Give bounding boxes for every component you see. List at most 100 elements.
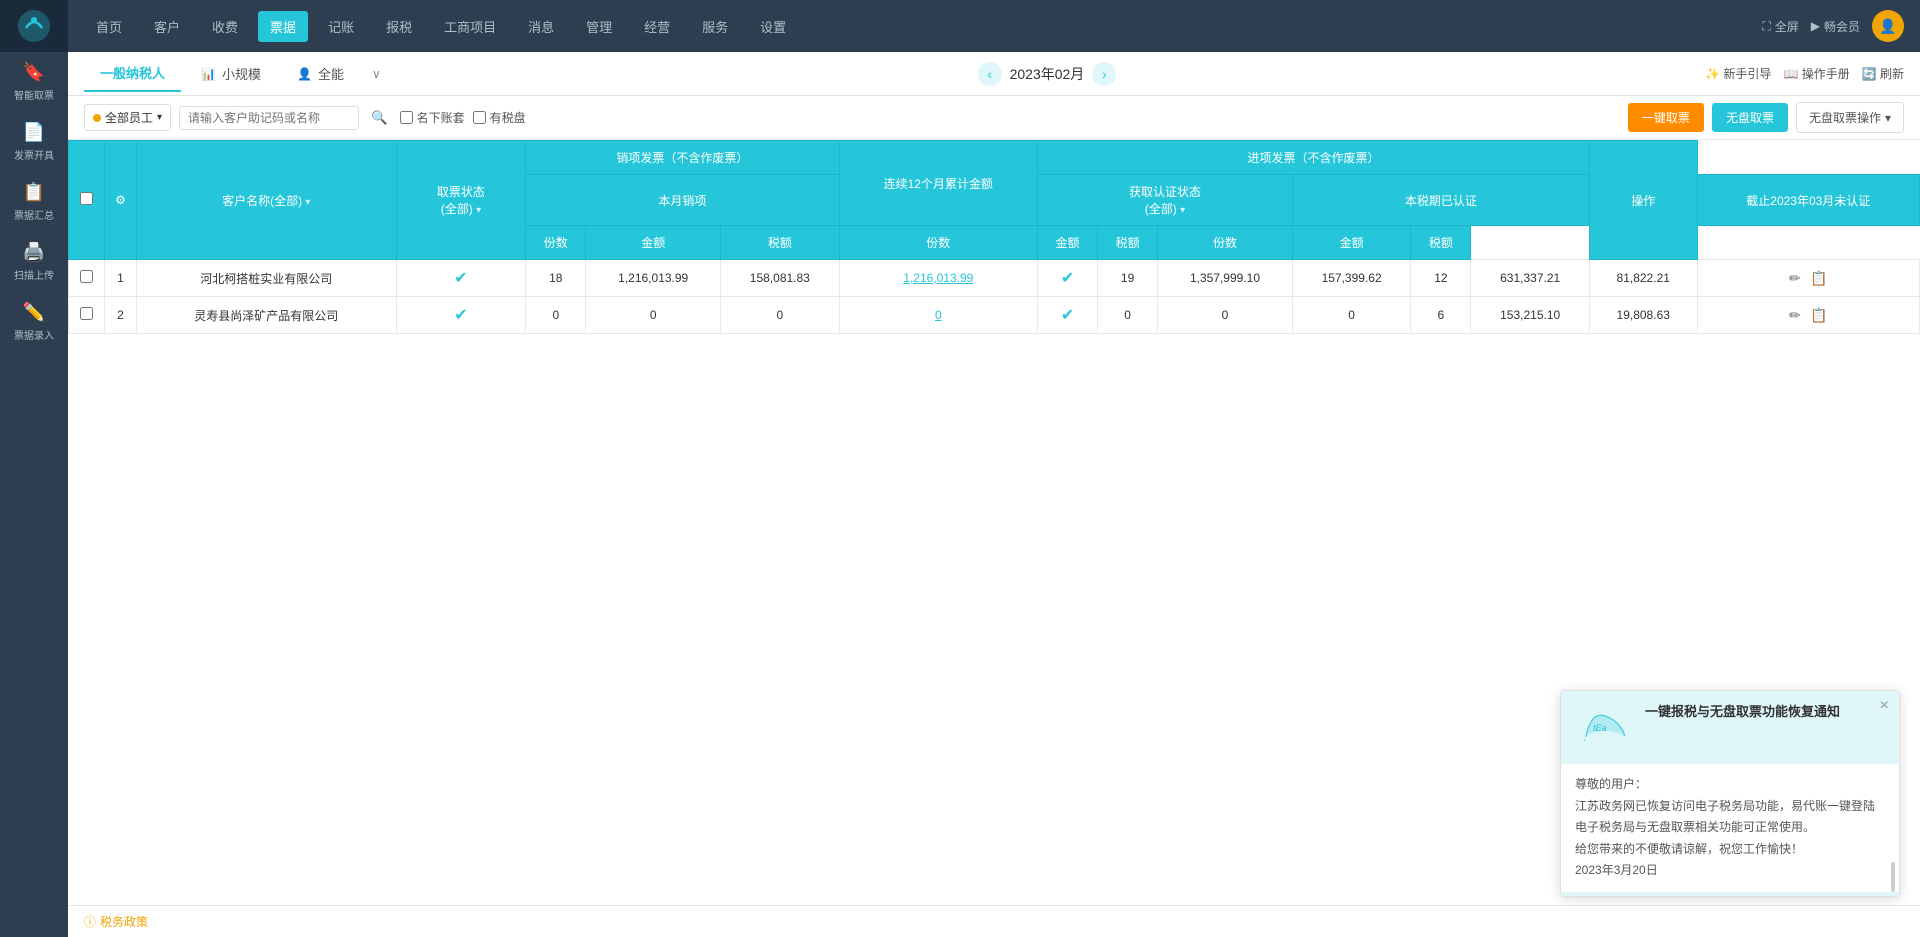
- nav-settings[interactable]: 设置: [748, 11, 798, 42]
- row1-pc-amount: 1,357,999.10: [1158, 260, 1293, 297]
- row1-pc-tax: 157,399.62: [1292, 260, 1411, 297]
- tab-general-taxpayer[interactable]: 一般纳税人: [84, 55, 181, 92]
- table-row: 1 河北柯搭桩实业有限公司 ✔ 18 1,216,013.99 158,081.…: [69, 260, 1920, 297]
- th-settings: ⚙: [105, 141, 137, 260]
- th-sales-invoice: 销项发票（不含作废票）: [526, 141, 839, 175]
- sidebar-item-smart-fetch[interactable]: 🔖 智能取票: [0, 52, 68, 112]
- notification-body: 尊敬的用户： 江苏政务网已恢复访问电子税务局功能，易代账一键登陆电子税务局与无盘…: [1561, 764, 1899, 892]
- member-button[interactable]: ▶ 畅会员: [1811, 18, 1860, 35]
- fullscreen-icon: ⛶: [1762, 19, 1770, 34]
- nav-message[interactable]: 消息: [516, 11, 566, 42]
- manual-link[interactable]: 📖 操作手册: [1783, 65, 1849, 82]
- row2-cumulative[interactable]: 0: [839, 297, 1037, 334]
- checkbox-label-taxdisk[interactable]: 有税盘: [473, 109, 526, 126]
- checkbox-label-accounts[interactable]: 名下账套: [400, 109, 465, 126]
- row2-customer: 灵寿县尚泽矿产品有限公司: [137, 297, 397, 334]
- nav-customer[interactable]: 客户: [142, 11, 192, 42]
- nav-collection[interactable]: 收费: [200, 11, 250, 42]
- employee-dot: [93, 114, 101, 122]
- date-prev-button[interactable]: ‹: [978, 62, 1002, 86]
- row1-status-check-icon: ✔: [454, 270, 467, 287]
- row2-fetch-status: ✔: [1038, 297, 1098, 334]
- sidebar-item-issue-invoice[interactable]: 📄 发票开具: [0, 112, 68, 172]
- th-p-u-amount: 金额: [1292, 226, 1411, 260]
- row2-fetch-check-icon: ✔: [1061, 307, 1074, 324]
- settings-icon[interactable]: ⚙: [115, 193, 126, 207]
- one-click-fetch-button[interactable]: 一键取票: [1628, 103, 1704, 132]
- tab-all[interactable]: 👤 全能: [281, 56, 360, 91]
- nav-tax[interactable]: 报税: [374, 11, 424, 42]
- row1-checkbox[interactable]: [80, 270, 93, 283]
- status-filter-icon[interactable]: ▾: [476, 205, 481, 216]
- topnav: 首页 客户 收费 票据 记账 报税 工商项目 消息 管理 经营 服务 设置 ⛶ …: [68, 0, 1920, 52]
- row2-view-icon[interactable]: 📋: [1810, 307, 1827, 323]
- nav-bookkeeping[interactable]: 记账: [316, 11, 366, 42]
- search-input[interactable]: [179, 106, 359, 130]
- th-p-u-count: 份数: [1158, 226, 1293, 260]
- notification-date: 2023年3月20日: [1575, 860, 1885, 882]
- row2-s-tax: 0: [721, 297, 840, 334]
- row2-checkbox[interactable]: [80, 307, 93, 320]
- fullscreen-button[interactable]: ⛶ 全屏: [1762, 18, 1798, 35]
- nav-operation[interactable]: 经营: [632, 11, 682, 42]
- no-disk-fetch-button[interactable]: 无盘取票: [1712, 103, 1788, 132]
- search-button[interactable]: 🔍: [367, 108, 392, 128]
- row2-pu-tax: 19,808.63: [1589, 297, 1697, 334]
- tax-policy-link[interactable]: ⓘ 税务政策: [84, 913, 148, 930]
- no-disk-ops-button[interactable]: 无盘取票操作 ▾: [1796, 102, 1904, 133]
- scan-icon: 🖨️: [23, 242, 45, 263]
- date-label: 2023年02月: [1010, 64, 1085, 84]
- tab-small-scale[interactable]: 📊 小规模: [185, 56, 277, 91]
- date-next-button[interactable]: ›: [1092, 62, 1116, 86]
- th-status: 取票状态(全部) ▾: [396, 141, 526, 260]
- sidebar-item-data-entry[interactable]: ✏️ 票据录入: [0, 292, 68, 352]
- svg-text:tEa: tEa: [1593, 723, 1607, 733]
- th-p-c-count: 份数: [839, 226, 1037, 260]
- tab-more[interactable]: ∨: [364, 63, 389, 85]
- row2-actions: ✏ 📋: [1697, 297, 1919, 334]
- row1-view-icon[interactable]: 📋: [1810, 270, 1827, 286]
- topnav-right: ⛶ 全屏 ▶ 畅会员 👤: [1762, 10, 1904, 42]
- select-all-checkbox[interactable]: [80, 192, 93, 205]
- row2-pc-tax: 0: [1292, 297, 1411, 334]
- notification-footer: [1561, 892, 1899, 896]
- avatar[interactable]: 👤: [1872, 10, 1904, 42]
- row1-cumulative[interactable]: 1,216,013.99: [839, 260, 1037, 297]
- notification-close-button[interactable]: ×: [1880, 697, 1889, 715]
- row1-customer: 河北柯搭桩实业有限公司: [137, 260, 397, 297]
- issue-icon: 📄: [23, 122, 45, 143]
- date-nav: ‹ 2023年02月 ›: [978, 62, 1117, 86]
- row1-edit-icon[interactable]: ✏: [1789, 270, 1801, 286]
- th-purchase-uncert: 截止2023年03月未认证: [1697, 175, 1919, 226]
- refresh-button[interactable]: 🔄 刷新: [1862, 65, 1904, 82]
- table-row: 2 灵寿县尚泽矿产品有限公司 ✔ 0 0 0 0 ✔ 0 0 0 6: [69, 297, 1920, 334]
- row1-s-tax: 158,081.83: [721, 260, 840, 297]
- nav-management[interactable]: 管理: [574, 11, 624, 42]
- nav-home[interactable]: 首页: [84, 11, 134, 42]
- fetch-icon: 🔖: [23, 62, 45, 83]
- employee-select[interactable]: 全部员工 ▾: [84, 104, 171, 131]
- sidebar-item-scan-upload[interactable]: 🖨️ 扫描上传: [0, 232, 68, 292]
- row1-check: [69, 260, 105, 297]
- th-p-c-amount: 金额: [1038, 226, 1098, 260]
- notification-title-block: 一键报税与无盘取票功能恢复通知: [1645, 701, 1885, 720]
- nav-business[interactable]: 工商项目: [432, 11, 508, 42]
- accounts-checkbox[interactable]: [400, 111, 413, 124]
- new-guide-link[interactable]: ✨ 新手引导: [1705, 65, 1771, 82]
- sidebar-item-invoice-summary[interactable]: 📋 票据汇总: [0, 172, 68, 232]
- row2-status-check-icon: ✔: [454, 307, 467, 324]
- invoice-table: ⚙ 客户名称(全部) ▾ 取票状态(全部) ▾ 销项发票（不含作废票）: [68, 140, 1920, 334]
- th-s-count: 份数: [526, 226, 586, 260]
- th-fetch-status: 获取认证状态(全部) ▾: [1038, 175, 1293, 226]
- customer-filter-icon[interactable]: ▾: [305, 197, 310, 208]
- row2-edit-icon[interactable]: ✏: [1789, 307, 1801, 323]
- nav-invoice[interactable]: 票据: [258, 11, 308, 42]
- row1-fetch-status: ✔: [1038, 260, 1098, 297]
- small-scale-icon: 📊: [201, 67, 216, 81]
- taxdisk-checkbox[interactable]: [473, 111, 486, 124]
- row1-actions: ✏ 📋: [1697, 260, 1919, 297]
- fetch-status-filter-icon[interactable]: ▾: [1180, 205, 1185, 216]
- nav-service[interactable]: 服务: [690, 11, 740, 42]
- summary-icon: 📋: [23, 182, 45, 203]
- row2-pc-amount: 0: [1158, 297, 1293, 334]
